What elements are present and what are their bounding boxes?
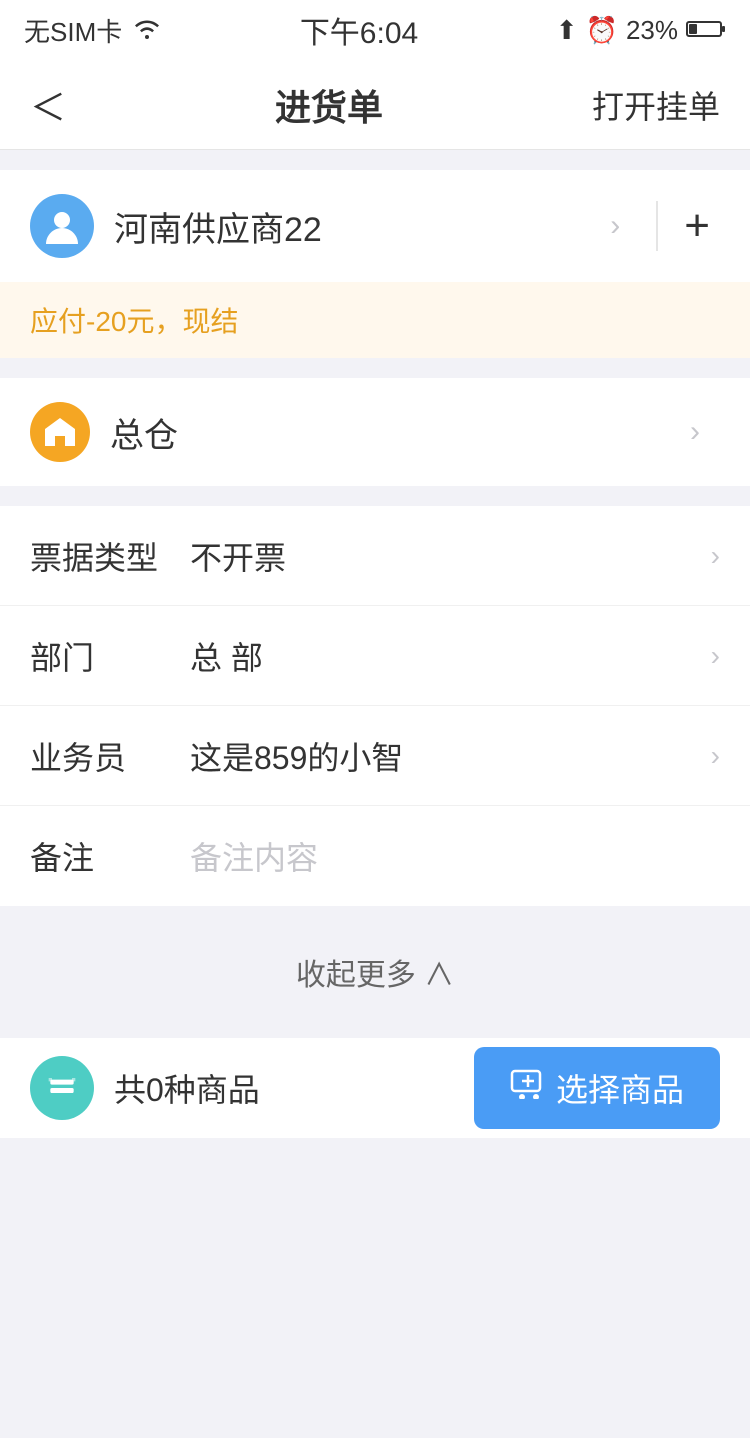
select-product-label: 选择商品 [556, 1065, 684, 1111]
battery-label: 23% [626, 15, 678, 46]
invoice-type-label: 票据类型 [30, 533, 190, 579]
form-section: 票据类型 不开票 › 部门 总 部 › 业务员 这是859的小智 › 备注 备注… [0, 506, 750, 906]
remark-input[interactable]: 备注内容 [190, 833, 720, 879]
department-value: 总 部 [190, 633, 711, 679]
open-pending-button[interactable]: 打开挂单 [592, 82, 720, 128]
warehouse-row[interactable]: 总仓 › [0, 378, 750, 486]
location-icon: ⬆ [556, 15, 578, 46]
select-product-button[interactable]: 选择商品 [474, 1047, 720, 1129]
status-right: ⬆ ⏰ 23% [556, 15, 726, 46]
bottom-bar: 共0种商品 选择商品 [0, 1038, 750, 1138]
collapse-label: 收起更多 ∧ [296, 959, 454, 992]
supplier-divider [656, 201, 658, 251]
invoice-type-chevron-icon: › [711, 540, 720, 572]
product-count-label: 共0种商品 [114, 1065, 474, 1111]
supplier-card: 河南供应商22 › + 应付-20元，现结 [0, 170, 750, 358]
notice-bar: 应付-20元，现结 [0, 282, 750, 358]
invoice-type-row[interactable]: 票据类型 不开票 › [0, 506, 750, 606]
supplier-name: 河南供应商22 [114, 202, 610, 251]
collapse-button[interactable]: 收起更多 ∧ [0, 926, 750, 1018]
page-footer [0, 1138, 750, 1438]
warehouse-name: 总仓 [110, 408, 690, 457]
supplier-row[interactable]: 河南供应商22 › + [0, 170, 750, 282]
status-bar: 无SIM卡 下午6:04 ⬆ ⏰ 23% [0, 0, 750, 60]
add-supplier-button[interactable]: + [674, 201, 720, 251]
salesperson-value: 这是859的小智 [190, 733, 711, 779]
nav-bar: ＜ 进货单 打开挂单 [0, 60, 750, 150]
warehouse-chevron-icon: › [690, 415, 700, 449]
warehouse-icon [30, 402, 90, 462]
salesperson-row[interactable]: 业务员 这是859的小智 › [0, 706, 750, 806]
status-left: 无SIM卡 [24, 12, 162, 49]
carrier-label: 无SIM卡 [24, 12, 122, 49]
section-gap-1 [0, 150, 750, 170]
supplier-avatar [30, 194, 94, 258]
salesperson-chevron-icon: › [711, 740, 720, 772]
salesperson-label: 业务员 [30, 733, 190, 779]
alarm-icon: ⏰ [586, 15, 618, 46]
remark-row[interactable]: 备注 备注内容 [0, 806, 750, 906]
page-title: 进货单 [275, 79, 383, 131]
notice-text: 应付-20元，现结 [30, 306, 238, 337]
battery-icon [686, 15, 726, 46]
remark-label: 备注 [30, 833, 190, 879]
wifi-icon [132, 15, 162, 46]
product-icon [30, 1056, 94, 1120]
department-label: 部门 [30, 633, 190, 679]
back-button[interactable]: ＜ [30, 79, 66, 131]
department-row[interactable]: 部门 总 部 › [0, 606, 750, 706]
time-label: 下午6:04 [300, 8, 418, 52]
cart-icon [510, 1069, 546, 1107]
invoice-type-value: 不开票 [190, 533, 711, 579]
department-chevron-icon: › [711, 640, 720, 672]
supplier-chevron-icon: › [610, 209, 620, 243]
